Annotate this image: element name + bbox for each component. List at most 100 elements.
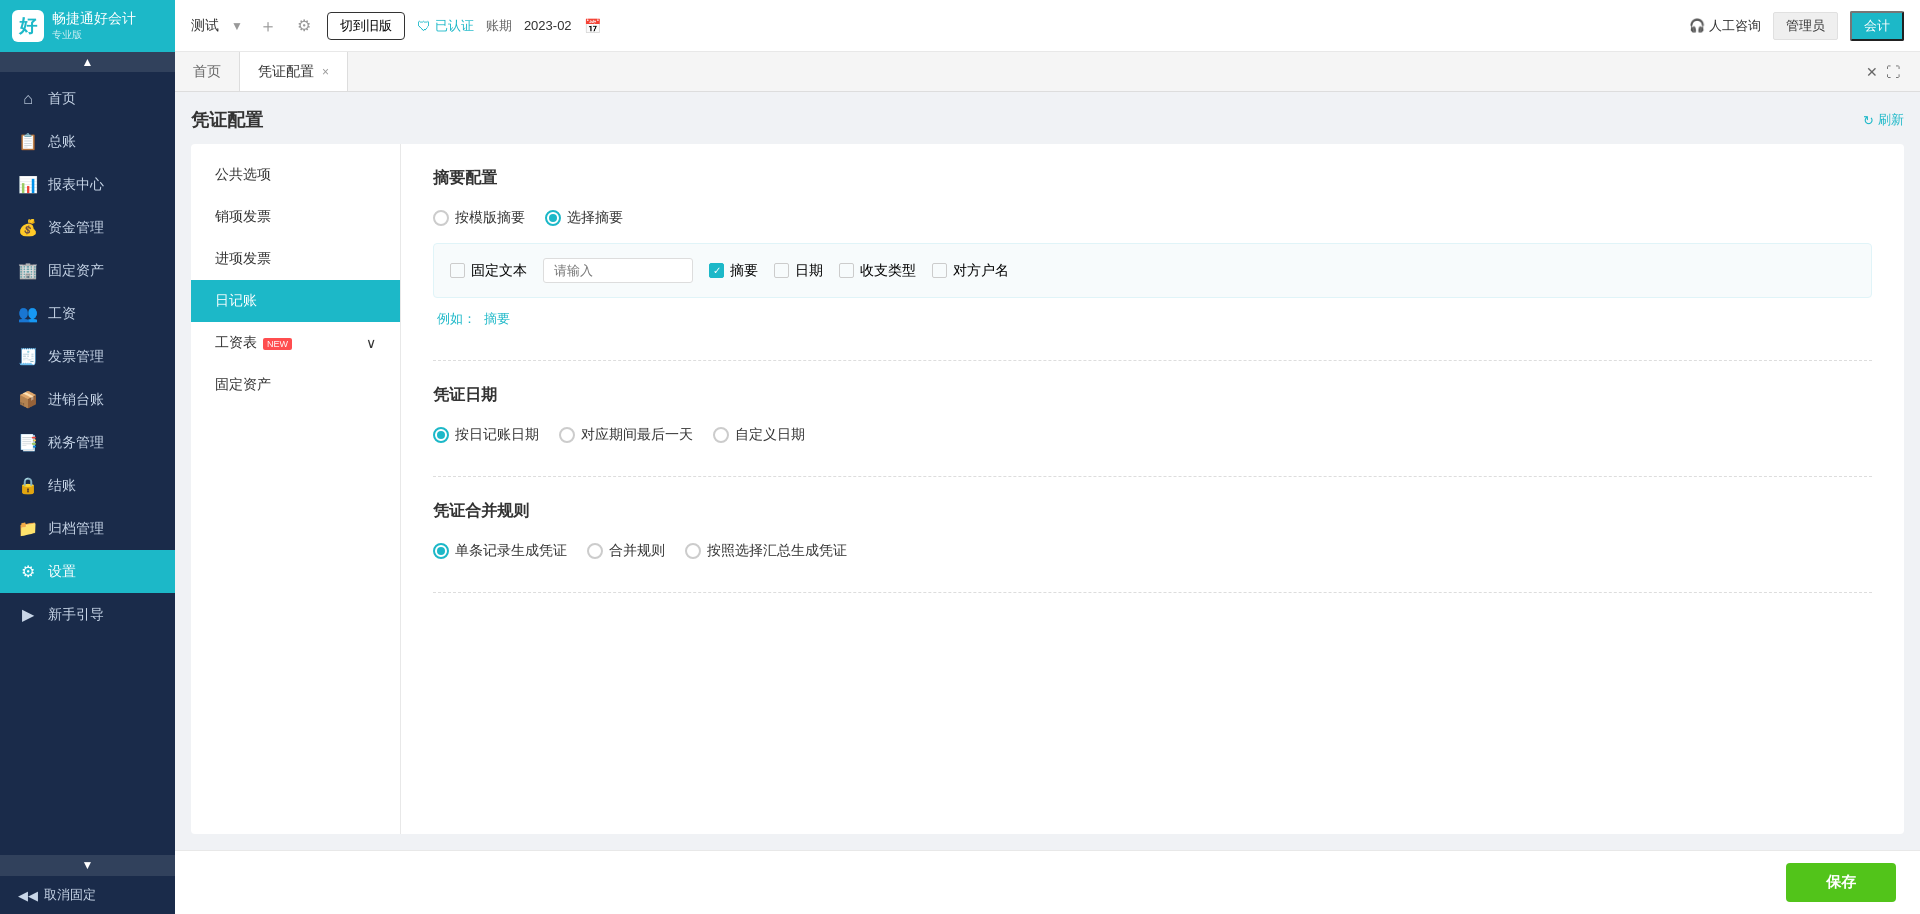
radio-last-day-circle (559, 427, 575, 443)
tab-voucher-config[interactable]: 凭证配置 × (240, 52, 348, 91)
summary-option-template-label: 按模版摘要 (455, 209, 525, 227)
voucher-date-title: 凭证日期 (433, 385, 1872, 406)
sidebar-item-close[interactable]: 🔒 结账 (0, 464, 175, 507)
merge-rules-radio-group: 单条记录生成凭证 合并规则 按照选择汇总生成凭证 (433, 542, 1872, 560)
pin-icon: ◀◀ (18, 888, 38, 903)
shield-icon: 🛡 (417, 18, 431, 34)
summary-checkbox-box: ✓ (709, 263, 724, 278)
tab-active-label: 凭证配置 (258, 63, 314, 81)
left-nav-sales-invoice-label: 销项发票 (215, 208, 271, 224)
summary-config-title: 摘要配置 (433, 168, 1872, 189)
refresh-icon: ↻ (1863, 113, 1874, 128)
merge-option-single[interactable]: 单条记录生成凭证 (433, 542, 567, 560)
sidebar-item-invoice[interactable]: 🧾 发票管理 (0, 335, 175, 378)
sidebar-label-close: 结账 (48, 477, 76, 495)
fixed-text-input[interactable] (543, 258, 693, 283)
refresh-label: 刷新 (1878, 111, 1904, 129)
payment-type-checkbox-box (839, 263, 854, 278)
left-nav-payroll[interactable]: 工资表 NEW ∨ (191, 322, 400, 364)
save-button[interactable]: 保存 (1786, 863, 1896, 902)
merge-option-single-label: 单条记录生成凭证 (455, 542, 567, 560)
add-button[interactable]: ＋ (255, 10, 281, 42)
sidebar: 好 畅捷通好会计 专业版 ▲ ⌂ 首页 📋 总账 📊 报表中心 💰 资金管理 🏢… (0, 0, 175, 914)
content-body: 公共选项 销项发票 进项发票 日记账 工资表 NEW (191, 144, 1904, 834)
summary-option-template[interactable]: 按模版摘要 (433, 209, 525, 227)
sidebar-label-report: 报表中心 (48, 176, 104, 194)
sidebar-label-ledger: 总账 (48, 133, 76, 151)
guide-icon: ▶ (18, 605, 38, 624)
content-wrapper: 凭证配置 ↻ 刷新 公共选项 销项发票 进项发票 日记账 (175, 92, 1920, 850)
fixed-text-checkbox[interactable]: 固定文本 (450, 262, 527, 280)
report-icon: 📊 (18, 175, 38, 194)
tab-close-button[interactable]: × (322, 65, 329, 79)
sidebar-item-salary[interactable]: 👥 工资 (0, 292, 175, 335)
cancel-fixed-button[interactable]: ◀◀ 取消固定 (0, 875, 175, 914)
radio-selected-circle (685, 543, 701, 559)
logo-title: 畅捷通好会计 (52, 10, 136, 28)
calendar-icon[interactable]: 📅 (584, 18, 601, 34)
sidebar-item-settings[interactable]: ⚙ 设置 (0, 550, 175, 593)
date-option-last-day[interactable]: 对应期间最后一天 (559, 426, 693, 444)
sidebar-item-asset[interactable]: 🏢 固定资产 (0, 249, 175, 292)
divider-2 (433, 476, 1872, 477)
sidebar-scroll-down[interactable]: ▼ (0, 855, 175, 875)
left-nav-purchase-invoice-label: 进项发票 (215, 250, 271, 266)
manager-button[interactable]: 管理员 (1773, 12, 1838, 40)
summary-config-section: 摘要配置 按模版摘要 选择摘要 (433, 168, 1872, 328)
left-nav-diary[interactable]: 日记账 (191, 280, 400, 322)
tab-home-label: 首页 (193, 63, 221, 81)
fixed-text-label: 固定文本 (471, 262, 527, 280)
sidebar-item-report[interactable]: 📊 报表中心 (0, 163, 175, 206)
new-badge: NEW (263, 338, 292, 350)
left-nav-public[interactable]: 公共选项 (191, 154, 400, 196)
service-button[interactable]: 🎧 人工咨询 (1689, 17, 1761, 35)
date-checkbox-box (774, 263, 789, 278)
left-nav-diary-label: 日记账 (215, 292, 257, 308)
home-icon: ⌂ (18, 90, 38, 108)
date-label: 日期 (795, 262, 823, 280)
left-nav-payroll-label: 工资表 (215, 334, 257, 350)
fixed-text-checkbox-box (450, 263, 465, 278)
tax-icon: 📑 (18, 433, 38, 452)
sidebar-item-sales[interactable]: 📦 进销台账 (0, 378, 175, 421)
summary-option-select[interactable]: 选择摘要 (545, 209, 623, 227)
left-nav-fixed-assets[interactable]: 固定资产 (191, 364, 400, 406)
logo-text-area: 畅捷通好会计 专业版 (52, 10, 136, 42)
sidebar-item-archive[interactable]: 📁 归档管理 (0, 507, 175, 550)
sidebar-label-tax: 税务管理 (48, 434, 104, 452)
counterpart-checkbox[interactable]: 对方户名 (932, 262, 1009, 280)
merge-option-rules[interactable]: 合并规则 (587, 542, 665, 560)
date-option-diary[interactable]: 按日记账日期 (433, 426, 539, 444)
summary-option-select-label: 选择摘要 (567, 209, 623, 227)
sidebar-label-sales: 进销台账 (48, 391, 104, 409)
sidebar-scroll-up[interactable]: ▲ (0, 52, 175, 72)
payment-type-checkbox[interactable]: 收支类型 (839, 262, 916, 280)
sales-icon: 📦 (18, 390, 38, 409)
settings-icon: ⚙ (18, 562, 38, 581)
refresh-button[interactable]: ↻ 刷新 (1863, 111, 1904, 129)
summary-checkbox[interactable]: ✓ 摘要 (709, 262, 758, 280)
left-nav-purchase-invoice[interactable]: 进项发票 (191, 238, 400, 280)
sidebar-label-settings: 设置 (48, 563, 76, 581)
date-checkbox[interactable]: 日期 (774, 262, 823, 280)
left-nav-sales-invoice[interactable]: 销项发票 (191, 196, 400, 238)
merge-rules-section: 凭证合并规则 单条记录生成凭证 合并规则 按照选择汇总生成凭证 (433, 501, 1872, 560)
date-option-diary-label: 按日记账日期 (455, 426, 539, 444)
sidebar-item-guide[interactable]: ▶ 新手引导 (0, 593, 175, 636)
period-label: 账期 (486, 17, 512, 35)
cancel-fixed-label: 取消固定 (44, 886, 96, 904)
main-area: 测试 ▼ ＋ ⚙ 切到旧版 🛡 已认证 账期 2023-02 📅 🎧 人工咨询 … (175, 0, 1920, 914)
sidebar-item-tax[interactable]: 📑 税务管理 (0, 421, 175, 464)
content-header: 凭证配置 ↻ 刷新 (191, 108, 1904, 132)
company-dropdown-arrow[interactable]: ▼ (231, 19, 243, 33)
accountant-button[interactable]: 会计 (1850, 11, 1904, 41)
old-version-button[interactable]: 切到旧版 (327, 12, 405, 40)
tab-home[interactable]: 首页 (175, 52, 240, 91)
merge-option-selected[interactable]: 按照选择汇总生成凭证 (685, 542, 847, 560)
fullscreen-button[interactable]: ✕ ⛶ (1856, 64, 1910, 80)
sidebar-item-fund[interactable]: 💰 资金管理 (0, 206, 175, 249)
settings-gear-icon[interactable]: ⚙ (293, 12, 315, 39)
date-option-custom[interactable]: 自定义日期 (713, 426, 805, 444)
sidebar-item-ledger[interactable]: 📋 总账 (0, 120, 175, 163)
sidebar-item-home[interactable]: ⌂ 首页 (0, 78, 175, 120)
